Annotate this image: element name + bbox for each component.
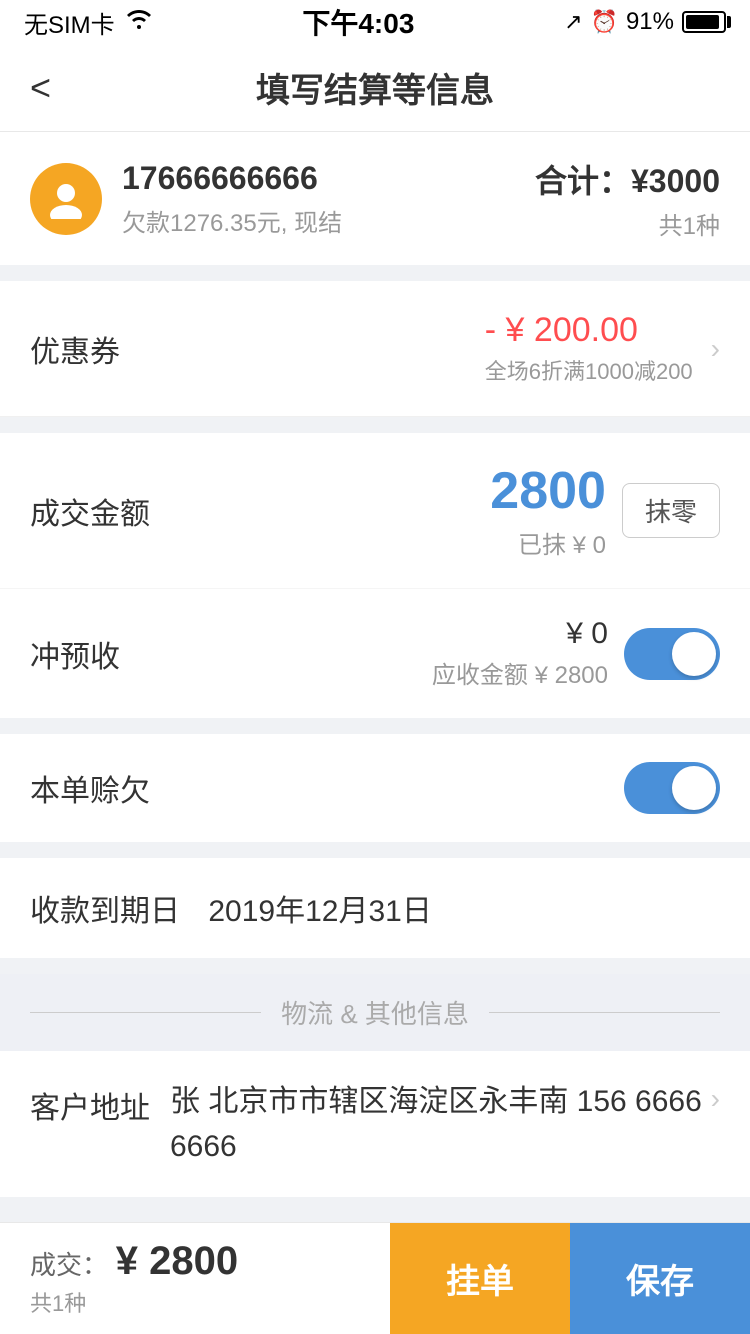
total-count: 共1种 bbox=[535, 206, 720, 241]
carrier-text: 无SIM卡 bbox=[24, 5, 115, 40]
customer-total: 合计：¥3000 共1种 bbox=[535, 156, 720, 241]
main-content: 17666666666 欠款1276.35元, 现结 合计：¥3000 共1种 … bbox=[0, 132, 750, 1333]
logistics-label: 物流 & 其他信息 bbox=[261, 994, 489, 1031]
address-row[interactable]: 客户地址 张 北京市市辖区海淀区永丰南 156 6666 6666 › bbox=[0, 1051, 750, 1197]
coupon-amount: - ¥ 200.00 bbox=[485, 311, 693, 350]
transaction-section: 成交金额 2800 已抹 ¥ 0 抹零 冲预收 ¥ 0 应收金额 ¥ 2800 bbox=[0, 433, 750, 718]
footer: 成交： ¥ 2800 共1种 挂单 保存 bbox=[0, 1222, 750, 1334]
logistics-divider: 物流 & 其他信息 bbox=[0, 974, 750, 1051]
customer-phone: 17666666666 bbox=[122, 160, 342, 197]
customer-card: 17666666666 欠款1276.35元, 现结 合计：¥3000 共1种 bbox=[0, 132, 750, 265]
amount-erased: 已抹 ¥ 0 bbox=[490, 525, 606, 560]
toggle-knob bbox=[672, 632, 716, 676]
precharge-amount: ¥ 0 bbox=[432, 617, 608, 651]
footer-count: 共1种 bbox=[30, 1286, 360, 1318]
address-chevron: › bbox=[711, 1079, 720, 1115]
customer-info: 17666666666 欠款1276.35元, 现结 bbox=[122, 160, 342, 238]
status-left: 无SIM卡 bbox=[24, 5, 153, 40]
coupon-desc: 全场6折满1000减200 bbox=[485, 354, 693, 386]
footer-deal-label: 成交： bbox=[30, 1250, 108, 1280]
transaction-row: 成交金额 2800 已抹 ¥ 0 抹零 bbox=[0, 433, 750, 589]
save-button[interactable]: 保存 bbox=[570, 1223, 750, 1334]
precharge-row: 冲预收 ¥ 0 应收金额 ¥ 2800 bbox=[0, 589, 750, 718]
duedate-label: 收款到期日 bbox=[30, 895, 180, 928]
page-title: 填写结算等信息 bbox=[256, 63, 494, 112]
avatar bbox=[30, 163, 102, 235]
hang-button[interactable]: 挂单 bbox=[390, 1223, 570, 1334]
transaction-right: 2800 已抹 ¥ 0 抹零 bbox=[490, 461, 720, 560]
battery-percent: 91% bbox=[626, 8, 674, 36]
footer-amount: ¥ 2800 bbox=[116, 1239, 238, 1283]
coupon-right: - ¥ 200.00 全场6折满1000减200 › bbox=[485, 311, 720, 386]
back-button[interactable]: < bbox=[30, 67, 90, 109]
debt-toggle[interactable] bbox=[624, 762, 720, 814]
coupon-chevron: › bbox=[711, 333, 720, 365]
divider-line-right bbox=[489, 1012, 720, 1013]
debt-row: 本单赊欠 bbox=[0, 734, 750, 842]
debt-label: 本单赊欠 bbox=[30, 766, 150, 810]
precharge-toggle[interactable] bbox=[624, 628, 720, 680]
alarm-icon: ⏰ bbox=[591, 9, 618, 35]
transaction-label: 成交金额 bbox=[30, 489, 150, 533]
battery-icon bbox=[682, 11, 726, 33]
debt-toggle-knob bbox=[672, 766, 716, 810]
footer-deal-row: 成交： ¥ 2800 bbox=[30, 1239, 360, 1284]
footer-info: 成交： ¥ 2800 共1种 bbox=[0, 1239, 390, 1318]
address-content: 张 北京市市辖区海淀区永丰南 156 6666 6666 bbox=[170, 1079, 711, 1169]
precharge-right: ¥ 0 应收金额 ¥ 2800 bbox=[432, 617, 720, 690]
receivable-amount: 应收金额 ¥ 2800 bbox=[432, 655, 608, 690]
precharge-info: ¥ 0 应收金额 ¥ 2800 bbox=[432, 617, 608, 690]
divider-line-left bbox=[30, 1012, 261, 1013]
location-icon: ↗ bbox=[564, 9, 582, 35]
status-right: ↗ ⏰ 91% bbox=[564, 8, 726, 36]
duedate-value: 2019年12月31日 bbox=[208, 895, 431, 928]
duedate-row: 收款到期日 2019年12月31日 bbox=[0, 858, 750, 958]
wifi-icon bbox=[125, 8, 153, 36]
round-button[interactable]: 抹零 bbox=[622, 483, 720, 538]
precharge-label: 冲预收 bbox=[30, 632, 120, 676]
total-amount: 合计：¥3000 bbox=[535, 156, 720, 202]
nav-bar: < 填写结算等信息 bbox=[0, 44, 750, 132]
status-bar: 无SIM卡 下午4:03 ↗ ⏰ 91% bbox=[0, 0, 750, 44]
coupon-label: 优惠券 bbox=[30, 327, 120, 371]
time-display: 下午4:03 bbox=[302, 2, 414, 42]
transaction-value: 2800 bbox=[490, 462, 606, 520]
address-label: 客户地址 bbox=[30, 1083, 150, 1127]
duedate-content: 收款到期日 2019年12月31日 bbox=[30, 895, 432, 928]
coupon-row[interactable]: 优惠券 - ¥ 200.00 全场6折满1000减200 › bbox=[0, 281, 750, 417]
customer-debt: 欠款1276.35元, 现结 bbox=[122, 203, 342, 238]
